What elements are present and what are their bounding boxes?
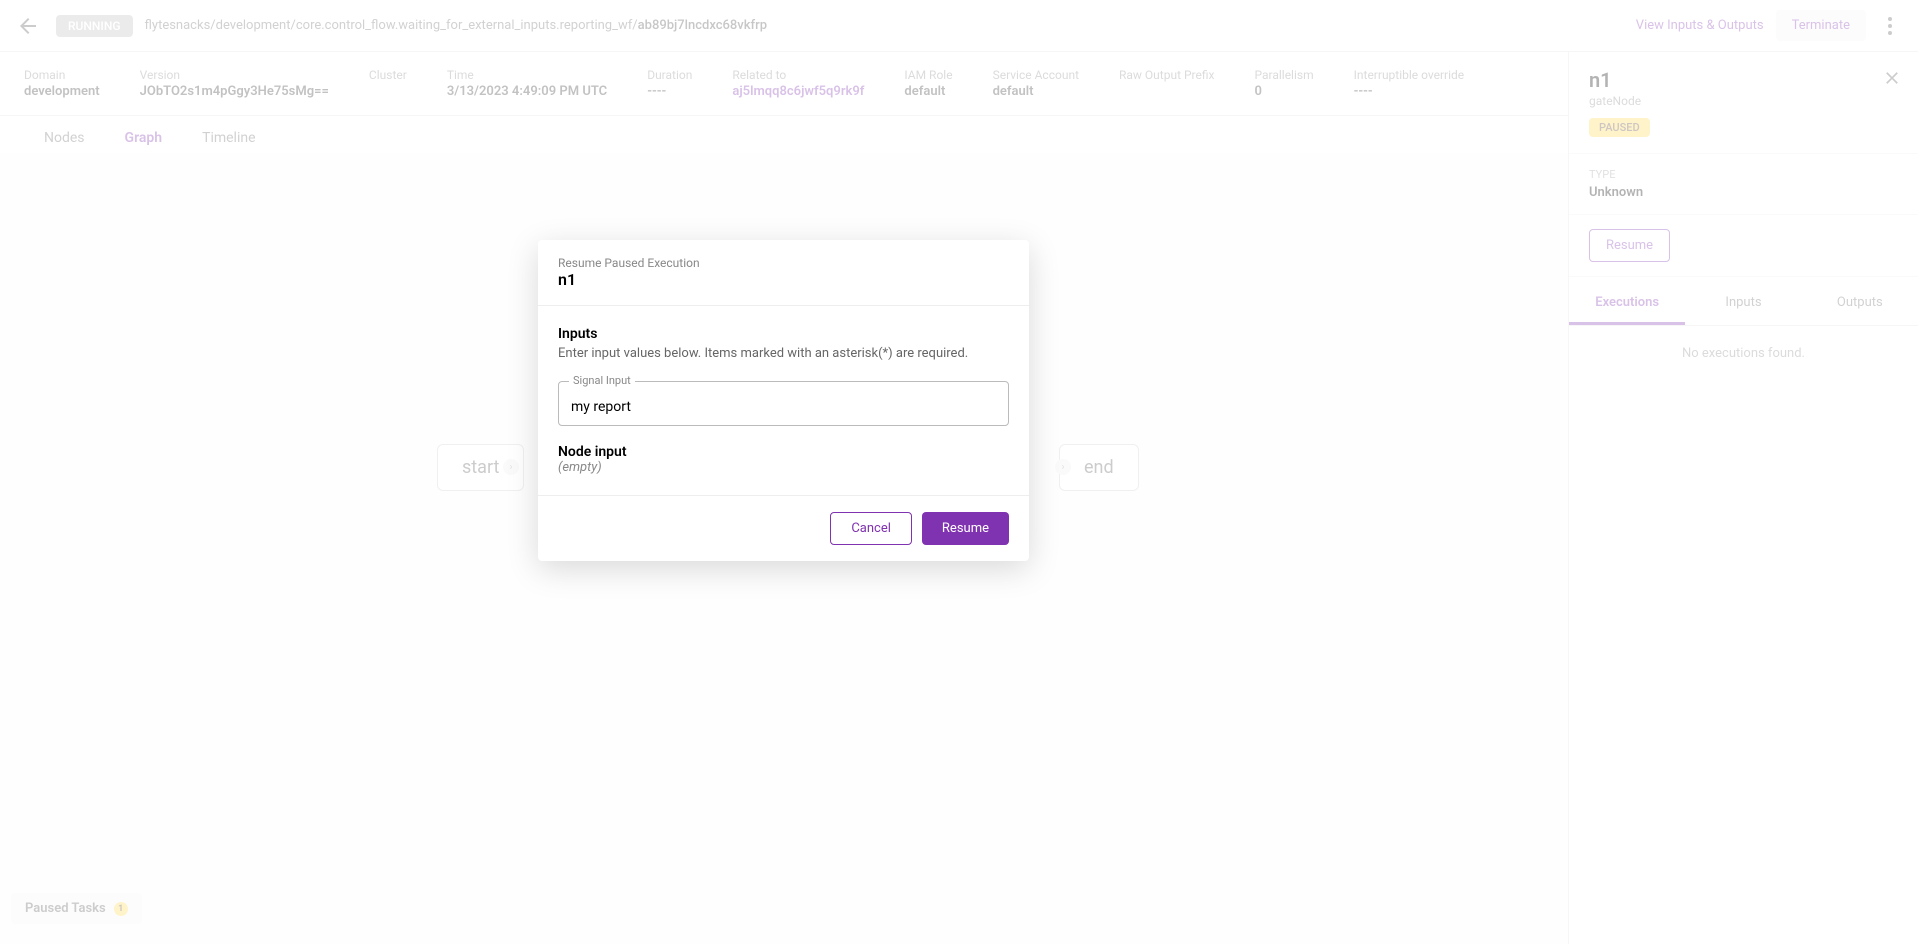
modal-footer: Cancel Resume <box>538 495 1029 561</box>
modal-inputs-title: Inputs <box>558 326 1009 342</box>
modal-body: Inputs Enter input values below. Items m… <box>538 306 1029 495</box>
node-input-title: Node input <box>558 444 1009 460</box>
node-input-empty: (empty) <box>558 460 1009 475</box>
modal-title: n1 <box>558 270 1009 289</box>
modal-inputs-desc: Enter input values below. Items marked w… <box>558 346 1009 361</box>
resume-modal: Resume Paused Execution n1 Inputs Enter … <box>538 240 1029 561</box>
cancel-button[interactable]: Cancel <box>830 512 912 545</box>
modal-overline: Resume Paused Execution <box>558 256 1009 270</box>
modal-header: Resume Paused Execution n1 <box>538 240 1029 306</box>
signal-input-field: Signal Input <box>558 381 1009 426</box>
signal-input-label: Signal Input <box>569 374 635 387</box>
signal-input[interactable] <box>571 399 996 415</box>
modal-resume-button[interactable]: Resume <box>922 512 1009 545</box>
